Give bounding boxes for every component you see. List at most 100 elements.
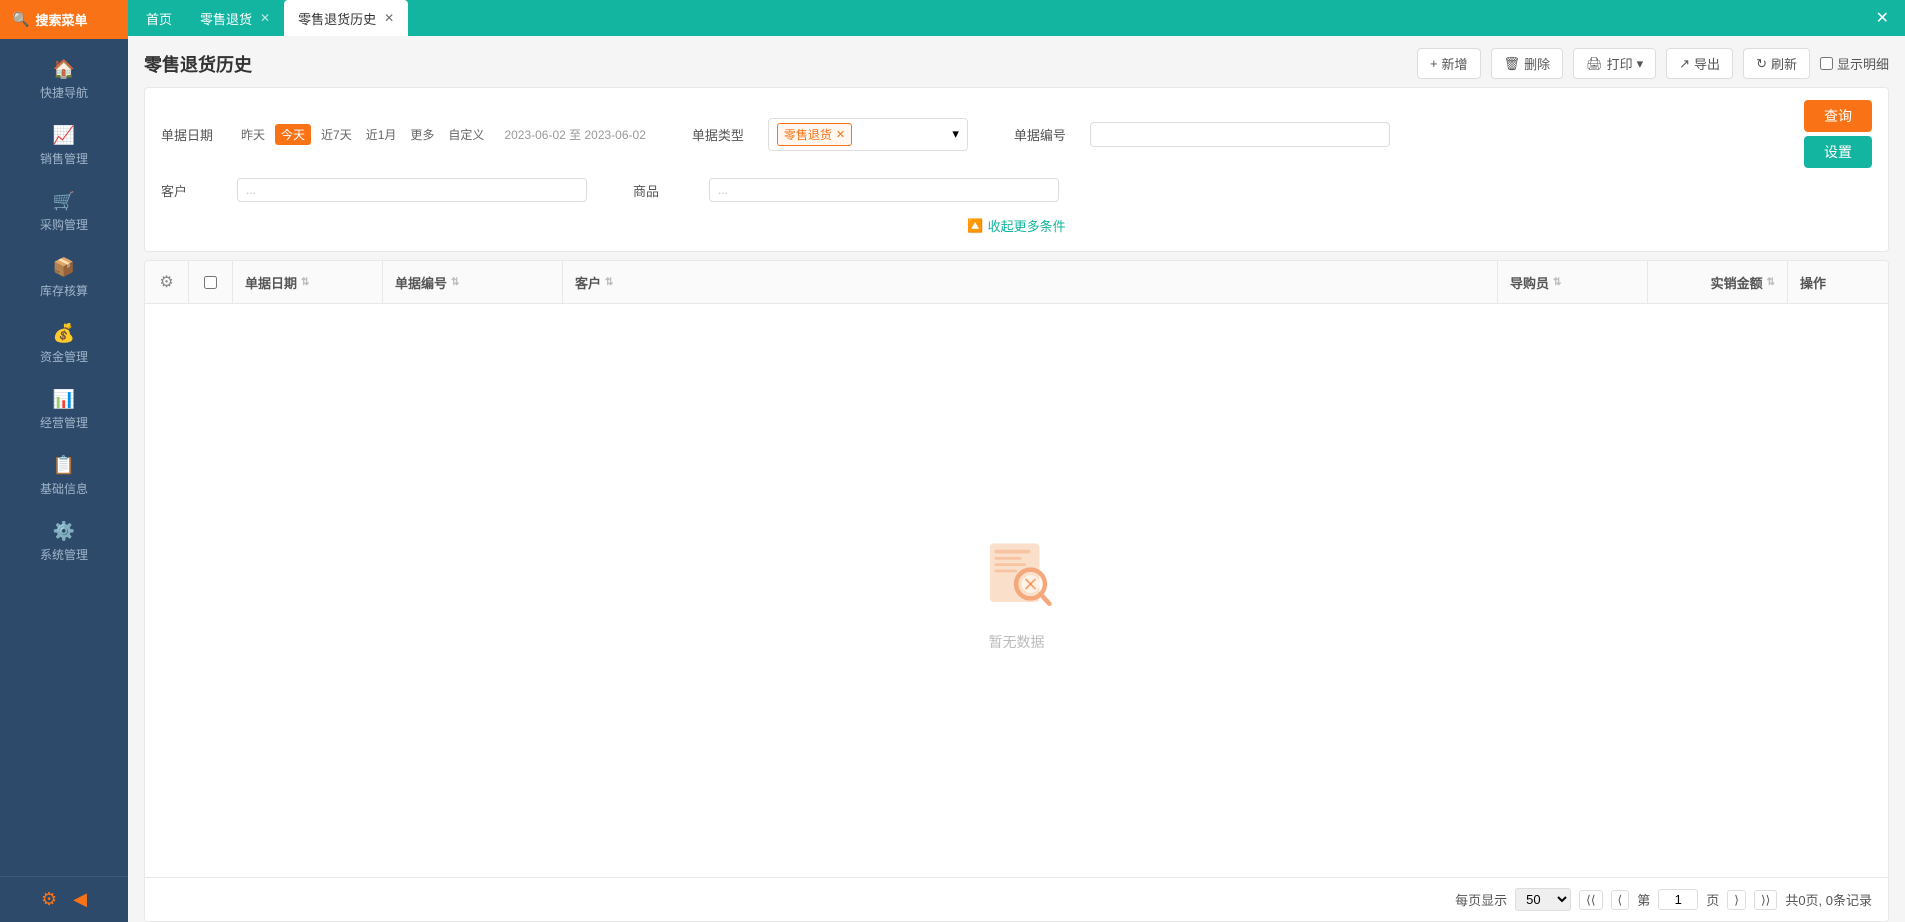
col-header-date[interactable]: 单据日期 ⇅	[233, 261, 383, 303]
refresh-button[interactable]: ↻ 刷新	[1743, 48, 1810, 79]
customer-select[interactable]: ...	[237, 178, 587, 202]
col-amount-label: 实销金额	[1711, 273, 1763, 292]
query-button[interactable]: 查询	[1804, 100, 1872, 132]
tab-retail-return-history[interactable]: 零售退货历史 ✕	[284, 0, 408, 36]
page-actions: + 新增 🗑 删除 🖨 打印 ▾ ↗ 导出 ↻ 刷新	[1417, 48, 1889, 79]
finance-icon: 💰	[53, 323, 75, 344]
print-icon: 🖨	[1586, 56, 1603, 72]
col-header-amount[interactable]: 实销金额 ⇅	[1648, 261, 1788, 303]
last-page-btn[interactable]: ⟩⟩	[1754, 890, 1777, 910]
search-icon: 🔍	[12, 11, 29, 28]
sidebar-item-inventory[interactable]: 📦 库存核算	[0, 245, 128, 311]
sidebar-item-system[interactable]: ⚙️ 系统管理	[0, 509, 128, 575]
customer-placeholder: ...	[246, 183, 256, 197]
col-customer-sort[interactable]: ⇅	[605, 277, 613, 288]
column-settings-icon[interactable]: ⚙	[145, 261, 189, 303]
tab-bar-close[interactable]: ✕	[1864, 8, 1901, 28]
type-tag-close[interactable]: ✕	[836, 128, 845, 141]
date-btn-custom[interactable]: 自定义	[444, 124, 488, 145]
collapse-button[interactable]: 🔼 收起更多条件	[967, 216, 1065, 235]
sidebar-item-label: 采购管理	[40, 216, 88, 233]
col-ops-label: 操作	[1800, 273, 1826, 292]
refresh-icon: ↻	[1756, 56, 1767, 72]
sidebar-search-label: 搜索菜单	[35, 10, 87, 29]
type-select-chevron: ▾	[952, 126, 959, 142]
col-date-sort[interactable]: ⇅	[301, 277, 309, 288]
type-label: 单据类型	[692, 125, 752, 144]
col-header-guide[interactable]: 导购员 ⇅	[1498, 261, 1648, 303]
sidebar-item-finance[interactable]: 💰 资金管理	[0, 311, 128, 377]
sidebar-item-quick-nav[interactable]: 🏠 快捷导航	[0, 47, 128, 113]
purchase-icon: 🛒	[53, 191, 75, 212]
sidebar-item-operation[interactable]: 📊 经营管理	[0, 377, 128, 443]
table-section: ⚙ 单据日期 ⇅ 单据编号 ⇅ 客户 ⇅ 导购员 ⇅	[144, 260, 1889, 922]
show-detail-label: 显示明细	[1837, 54, 1889, 73]
export-button[interactable]: ↗ 导出	[1666, 48, 1733, 79]
col-date-label: 单据日期	[245, 273, 297, 292]
tab-home-label: 首页	[146, 9, 172, 28]
collapse-arrow: 🔼	[967, 218, 983, 234]
page-unit-label: 页	[1706, 890, 1719, 909]
inventory-icon: 📦	[53, 257, 75, 278]
tab-retail-return-history-label: 零售退货历史	[298, 9, 376, 28]
col-number-label: 单据编号	[395, 273, 447, 292]
sidebar-item-label: 库存核算	[40, 282, 88, 299]
filter-section: 单据日期 昨天 今天 近7天 近1月 更多 自定义 2023-06-02 至 2…	[144, 87, 1889, 252]
no-data-illustration	[972, 530, 1062, 620]
date-range-display: 2023-06-02 至 2023-06-02	[504, 126, 645, 143]
page-size-select[interactable]: 50 10 20 100	[1515, 888, 1571, 911]
print-button[interactable]: 🖨 打印 ▾	[1573, 48, 1656, 79]
sidebar-item-basic[interactable]: 📋 基础信息	[0, 443, 128, 509]
type-select[interactable]: 零售退货 ✕ ▾	[768, 118, 968, 151]
page-container: 零售退货历史 + 新增 🗑 删除 🖨 打印 ▾ ↗ 导出	[128, 36, 1905, 922]
sidebar-item-purchase[interactable]: 🛒 采购管理	[0, 179, 128, 245]
date-btn-1month[interactable]: 近1月	[362, 124, 401, 145]
page-number-input[interactable]	[1658, 889, 1698, 910]
header-checkbox-col[interactable]	[189, 261, 233, 303]
select-all-checkbox[interactable]	[204, 276, 217, 289]
filter-row-1: 单据日期 昨天 今天 近7天 近1月 更多 自定义 2023-06-02 至 2…	[161, 100, 1872, 168]
basic-icon: 📋	[53, 455, 75, 476]
first-page-btn[interactable]: ⟨⟨	[1579, 890, 1602, 910]
col-amount-sort[interactable]: ⇅	[1767, 277, 1775, 288]
operation-icon: 📊	[53, 389, 75, 410]
col-guide-label: 导购员	[1510, 273, 1549, 292]
empty-state: 暂无数据	[145, 304, 1888, 877]
tab-retail-return[interactable]: 零售退货 ✕	[186, 0, 284, 36]
goods-select[interactable]: ...	[709, 178, 1059, 202]
goods-placeholder: ...	[718, 183, 728, 197]
date-btn-7days[interactable]: 近7天	[317, 124, 356, 145]
delete-label: 删除	[1524, 54, 1550, 73]
collapse-icon[interactable]: ◀	[73, 889, 87, 910]
print-chevron: ▾	[1637, 56, 1644, 72]
new-button[interactable]: + 新增	[1417, 48, 1481, 79]
tab-retail-return-close[interactable]: ✕	[260, 11, 270, 25]
new-label: 新增	[1442, 54, 1468, 73]
pagination: 每页显示 50 10 20 100 ⟨⟨ ⟨ 第 页 ⟩ ⟩⟩ 共0页, 0条记…	[145, 877, 1888, 921]
tab-retail-return-history-close[interactable]: ✕	[384, 11, 394, 25]
sidebar-item-sales[interactable]: 📈 销售管理	[0, 113, 128, 179]
col-number-sort[interactable]: ⇅	[451, 277, 459, 288]
col-header-customer[interactable]: 客户 ⇅	[563, 261, 1498, 303]
show-detail-toggle[interactable]: 显示明细	[1820, 54, 1889, 73]
delete-button[interactable]: 🗑 删除	[1491, 48, 1564, 79]
settings-footer-icon[interactable]: ⚙	[41, 889, 57, 910]
tab-home[interactable]: 首页	[132, 0, 186, 36]
refresh-label: 刷新	[1771, 54, 1797, 73]
setting-button[interactable]: 设置	[1804, 136, 1872, 168]
date-btn-yesterday[interactable]: 昨天	[237, 124, 269, 145]
date-btn-more[interactable]: 更多	[406, 124, 438, 145]
prev-page-btn[interactable]: ⟨	[1611, 890, 1630, 910]
page-go-label: 第	[1637, 890, 1650, 909]
main-content: 首页 零售退货 ✕ 零售退货历史 ✕ ✕ 零售退货历史 + 新增 🗑 删除	[128, 0, 1905, 922]
type-tag-label: 零售退货	[784, 126, 832, 143]
col-guide-sort[interactable]: ⇅	[1553, 277, 1561, 288]
sidebar-search[interactable]: 🔍 搜索菜单	[0, 0, 128, 39]
show-detail-checkbox[interactable]	[1820, 57, 1833, 70]
delete-icon: 🗑	[1504, 56, 1521, 72]
sidebar-item-label: 资金管理	[40, 348, 88, 365]
number-input[interactable]	[1090, 122, 1390, 147]
next-page-btn[interactable]: ⟩	[1727, 890, 1746, 910]
col-header-number[interactable]: 单据编号 ⇅	[383, 261, 563, 303]
date-btn-today[interactable]: 今天	[275, 124, 311, 145]
